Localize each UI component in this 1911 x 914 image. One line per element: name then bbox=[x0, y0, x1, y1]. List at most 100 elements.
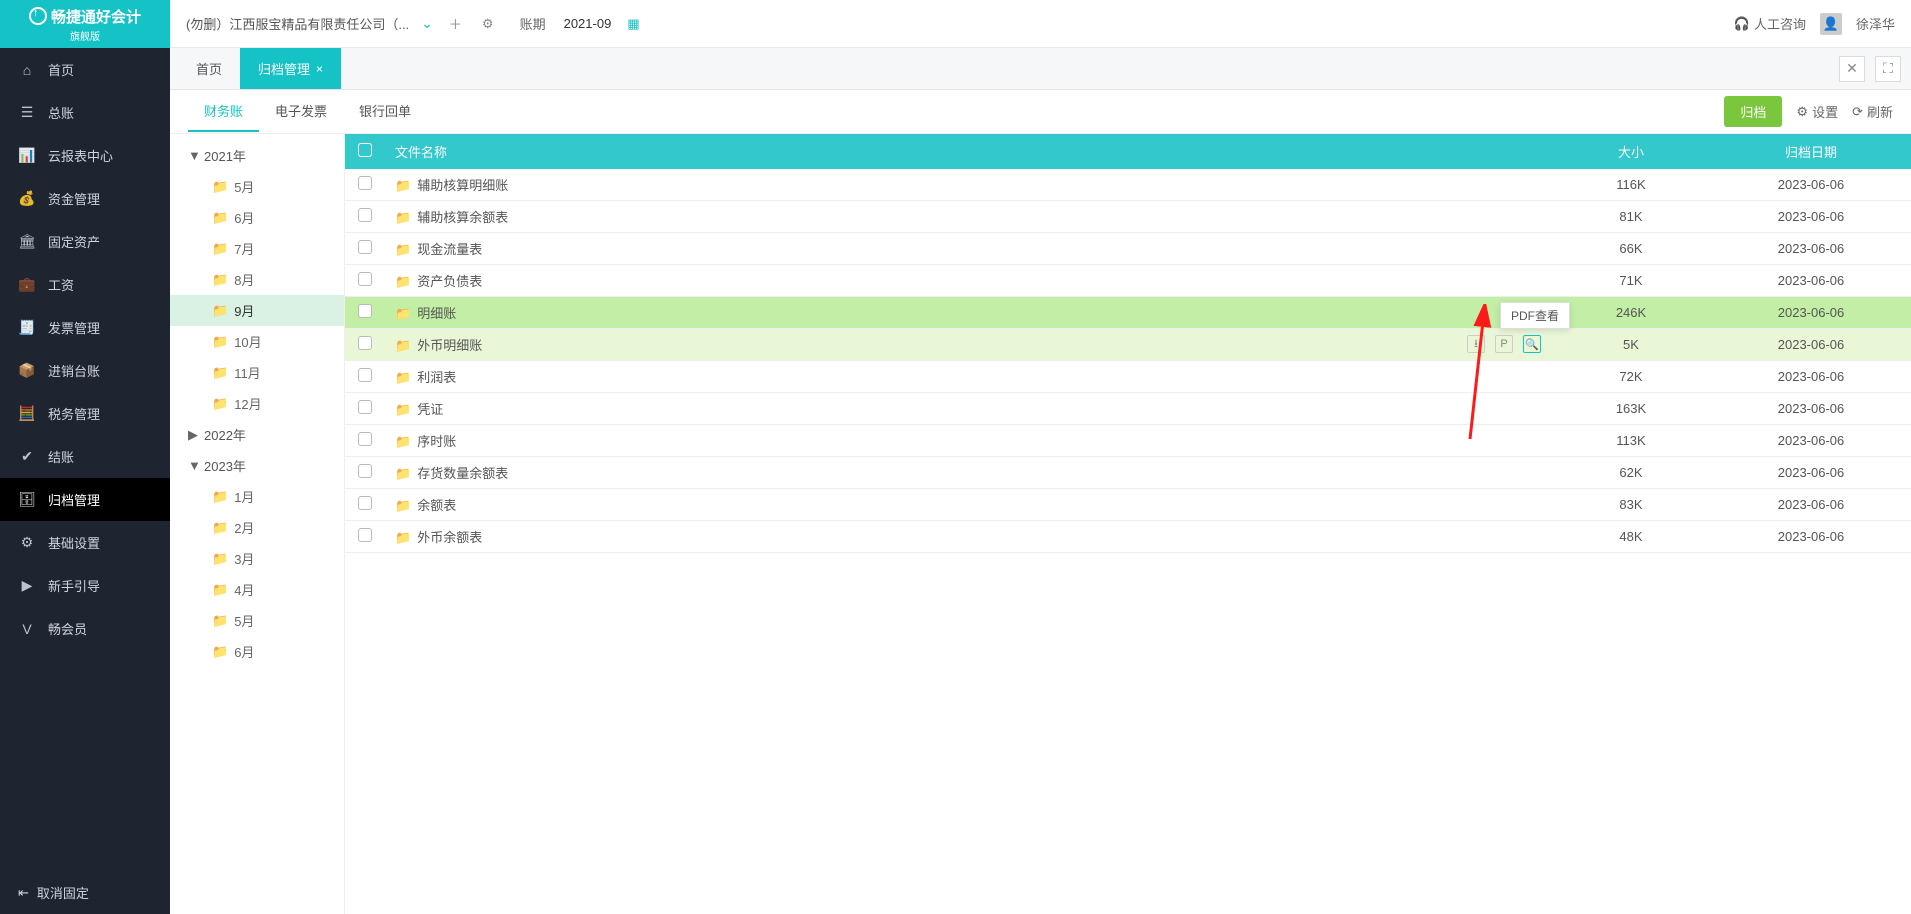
table-row[interactable]: 📁辅助核算余额表 81K 2023-06-06 bbox=[345, 201, 1911, 233]
sidebar-item-label: 结账 bbox=[48, 447, 74, 466]
refresh-link[interactable]: ⟳ 刷新 bbox=[1852, 102, 1893, 121]
gear-icon[interactable]: ⚙ bbox=[478, 12, 498, 36]
tree-year[interactable]: ▼2023年 bbox=[170, 450, 344, 481]
tree-month-label: 5月 bbox=[234, 177, 254, 196]
period-value[interactable]: 2021-09 bbox=[564, 16, 612, 31]
row-size: 66K bbox=[1551, 233, 1711, 265]
sidebar-item-settings[interactable]: ⚙基础设置 bbox=[0, 521, 170, 564]
settings-link[interactable]: ⚙ 设置 bbox=[1796, 102, 1838, 121]
tree-month[interactable]: 📁9月 bbox=[170, 295, 344, 326]
row-size: 62K bbox=[1551, 457, 1711, 489]
tree-month[interactable]: 📁1月 bbox=[170, 481, 344, 512]
folder-icon: 📁 bbox=[212, 551, 228, 567]
tree-month[interactable]: 📁10月 bbox=[170, 326, 344, 357]
tree-month[interactable]: 📁5月 bbox=[170, 171, 344, 202]
download-icon[interactable]: ⭳ bbox=[1467, 335, 1485, 353]
fullscreen-button[interactable]: ⛶ bbox=[1875, 56, 1901, 82]
consult-label: 人工咨询 bbox=[1754, 14, 1806, 33]
tree-month[interactable]: 📁8月 bbox=[170, 264, 344, 295]
tree-month-label: 7月 bbox=[234, 239, 254, 258]
tab-close-icon[interactable]: × bbox=[316, 62, 323, 76]
row-checkbox[interactable] bbox=[345, 457, 385, 489]
tree-month[interactable]: 📁5月 bbox=[170, 605, 344, 636]
sidebar-item-archive[interactable]: 🗄归档管理 bbox=[0, 478, 170, 521]
row-checkbox[interactable] bbox=[345, 521, 385, 553]
tree-month[interactable]: 📁7月 bbox=[170, 233, 344, 264]
row-checkbox[interactable] bbox=[345, 169, 385, 201]
company-selector[interactable]: (勿删）江西服宝精品有限责任公司（... bbox=[186, 14, 409, 33]
table-row[interactable]: 📁凭证 163K 2023-06-06 bbox=[345, 393, 1911, 425]
table-row[interactable]: 📁外币明细账 ⭳ P 🔍 5K 2023-06-06 bbox=[345, 329, 1911, 361]
subtab[interactable]: 银行回单 bbox=[343, 91, 427, 132]
pdf-view-icon[interactable]: 🔍 bbox=[1523, 335, 1541, 353]
username[interactable]: 徐泽华 bbox=[1856, 14, 1895, 33]
pdf-icon[interactable]: P bbox=[1495, 335, 1513, 353]
row-size: 163K bbox=[1551, 393, 1711, 425]
tree-year[interactable]: ▼2021年 bbox=[170, 140, 344, 171]
tree-month[interactable]: 📁6月 bbox=[170, 202, 344, 233]
sidebar-item-ledger[interactable]: ☰总账 bbox=[0, 91, 170, 134]
invoice-icon: 🧾 bbox=[18, 319, 36, 337]
row-checkbox[interactable] bbox=[345, 233, 385, 265]
sidebar-item-guide[interactable]: ▶新手引导 bbox=[0, 564, 170, 607]
tree-month[interactable]: 📁4月 bbox=[170, 574, 344, 605]
sidebar-item-close[interactable]: ✔结账 bbox=[0, 435, 170, 478]
row-checkbox[interactable] bbox=[345, 361, 385, 393]
sidebar-unpin[interactable]: ⇤ 取消固定 bbox=[0, 871, 170, 914]
table-row[interactable]: 📁资产负债表 71K 2023-06-06 bbox=[345, 265, 1911, 297]
sidebar-item-invoice[interactable]: 🧾发票管理 bbox=[0, 306, 170, 349]
table-row[interactable]: 📁存货数量余额表 62K 2023-06-06 bbox=[345, 457, 1911, 489]
sidebar-item-home[interactable]: ⌂首页 bbox=[0, 48, 170, 91]
table-row[interactable]: 📁余额表 83K 2023-06-06 bbox=[345, 489, 1911, 521]
table-row[interactable]: 📁利润表 72K 2023-06-06 bbox=[345, 361, 1911, 393]
table-row[interactable]: 📁外币余额表 48K 2023-06-06 bbox=[345, 521, 1911, 553]
table-row[interactable]: 📁明细账 246K 2023-06-06 bbox=[345, 297, 1911, 329]
tree-month-label: 9月 bbox=[234, 301, 254, 320]
row-checkbox[interactable] bbox=[345, 201, 385, 233]
tree-month[interactable]: 📁11月 bbox=[170, 357, 344, 388]
row-size: 116K bbox=[1551, 169, 1711, 201]
row-checkbox[interactable] bbox=[345, 425, 385, 457]
tree-month[interactable]: 📁6月 bbox=[170, 636, 344, 667]
consult-button[interactable]: 🎧 人工咨询 bbox=[1734, 14, 1806, 33]
sidebar-item-money[interactable]: 💰资金管理 bbox=[0, 177, 170, 220]
row-checkbox[interactable] bbox=[345, 489, 385, 521]
row-checkbox[interactable] bbox=[345, 329, 385, 361]
calendar-icon[interactable]: ▦ bbox=[623, 12, 643, 36]
sidebar-item-chart[interactable]: 📊云报表中心 bbox=[0, 134, 170, 177]
col-checkbox[interactable] bbox=[345, 134, 385, 169]
unpin-label: 取消固定 bbox=[37, 883, 89, 902]
tree-month-label: 8月 bbox=[234, 270, 254, 289]
sidebar-item-label: 首页 bbox=[48, 60, 74, 79]
add-icon[interactable]: ＋ bbox=[445, 10, 466, 37]
pdf-view-tooltip: PDF查看 bbox=[1500, 302, 1570, 329]
table-row[interactable]: 📁序时账 113K 2023-06-06 bbox=[345, 425, 1911, 457]
company-dropdown-icon[interactable]: ⌄ bbox=[421, 15, 433, 32]
vip-icon: V bbox=[18, 620, 36, 638]
table-row[interactable]: 📁辅助核算明细账 116K 2023-06-06 bbox=[345, 169, 1911, 201]
subtab[interactable]: 电子发票 bbox=[259, 91, 343, 132]
tax-icon: 🧮 bbox=[18, 405, 36, 423]
sidebar-item-payroll[interactable]: 💼工资 bbox=[0, 263, 170, 306]
subtab[interactable]: 财务账 bbox=[188, 91, 259, 132]
sidebar-item-stock[interactable]: 📦进销台账 bbox=[0, 349, 170, 392]
row-checkbox[interactable] bbox=[345, 393, 385, 425]
tree-month[interactable]: 📁3月 bbox=[170, 543, 344, 574]
sidebar-item-tax[interactable]: 🧮税务管理 bbox=[0, 392, 170, 435]
tree-year[interactable]: ▶2022年 bbox=[170, 419, 344, 450]
tree-month[interactable]: 📁2月 bbox=[170, 512, 344, 543]
row-checkbox[interactable] bbox=[345, 265, 385, 297]
stock-icon: 📦 bbox=[18, 362, 36, 380]
page-tab[interactable]: 归档管理× bbox=[240, 48, 341, 89]
table-row[interactable]: 📁现金流量表 66K 2023-06-06 bbox=[345, 233, 1911, 265]
sidebar-item-asset[interactable]: 🏛固定资产 bbox=[0, 220, 170, 263]
row-date: 2023-06-06 bbox=[1711, 457, 1911, 489]
archive-button[interactable]: 归档 bbox=[1724, 96, 1782, 127]
row-date: 2023-06-06 bbox=[1711, 361, 1911, 393]
sidebar-item-vip[interactable]: V畅会员 bbox=[0, 607, 170, 650]
tab-close-button[interactable]: ✕ bbox=[1839, 56, 1865, 82]
folder-icon: 📁 bbox=[212, 582, 228, 598]
tree-month[interactable]: 📁12月 bbox=[170, 388, 344, 419]
page-tab[interactable]: 首页 bbox=[178, 48, 240, 89]
row-checkbox[interactable] bbox=[345, 297, 385, 329]
